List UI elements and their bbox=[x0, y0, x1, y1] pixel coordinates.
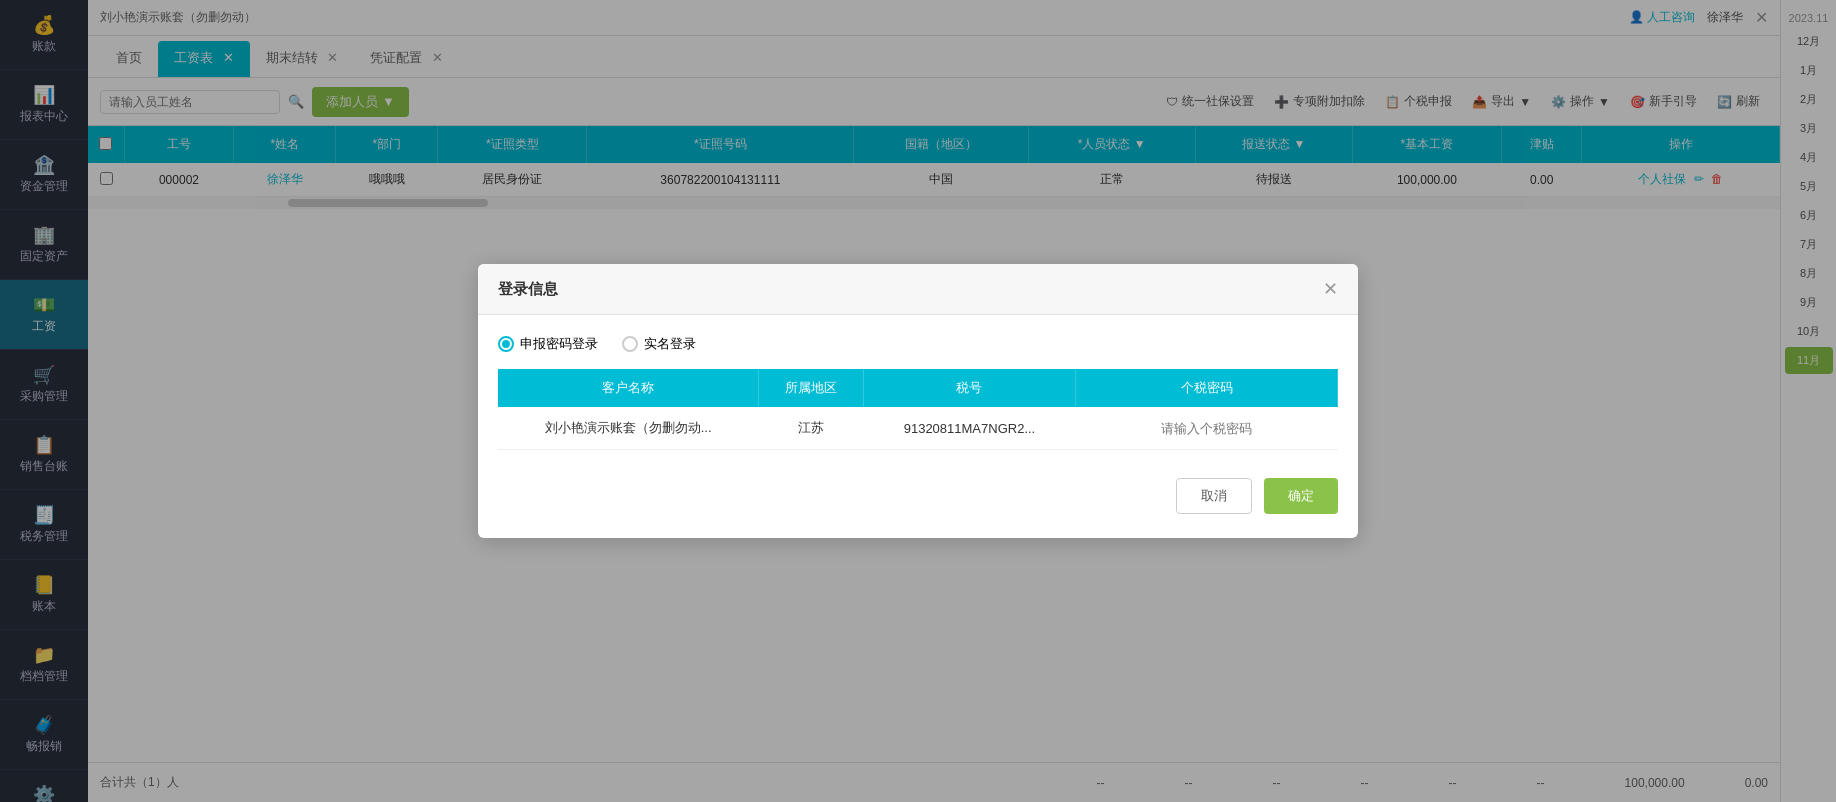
col-region: 所属地区 bbox=[758, 369, 863, 407]
radio-realname-circle bbox=[622, 336, 638, 352]
dialog-footer: 取消 确定 bbox=[498, 470, 1338, 518]
radio-realname-login[interactable]: 实名登录 bbox=[622, 335, 696, 353]
tax-password-input[interactable] bbox=[1088, 421, 1326, 436]
login-info-table: 客户名称 所属地区 税号 个税密码 刘小艳演示账套（勿删勿动... 江苏 913… bbox=[498, 369, 1338, 450]
confirm-button[interactable]: 确定 bbox=[1264, 478, 1338, 514]
login-type-radio-group: 申报密码登录 实名登录 bbox=[498, 335, 1338, 353]
dialog-header: 登录信息 ✕ bbox=[478, 264, 1358, 315]
login-info-row: 刘小艳演示账套（勿删勿动... 江苏 91320811MA7NGR2... bbox=[498, 407, 1338, 450]
client-name-cell: 刘小艳演示账套（勿删勿动... bbox=[498, 407, 758, 450]
col-tax-id: 税号 bbox=[863, 369, 1075, 407]
dialog-overlay: 登录信息 ✕ 申报密码登录 实名登录 客户名称 bbox=[0, 0, 1836, 802]
radio-password-circle bbox=[498, 336, 514, 352]
col-tax-password: 个税密码 bbox=[1076, 369, 1338, 407]
dialog-title: 登录信息 bbox=[498, 280, 558, 299]
cancel-button[interactable]: 取消 bbox=[1176, 478, 1252, 514]
region-cell: 江苏 bbox=[758, 407, 863, 450]
col-client-name: 客户名称 bbox=[498, 369, 758, 407]
dialog-close-button[interactable]: ✕ bbox=[1323, 278, 1338, 300]
tax-password-cell[interactable] bbox=[1076, 407, 1338, 450]
dialog-body: 申报密码登录 实名登录 客户名称 所属地区 税号 个税密码 bbox=[478, 315, 1358, 538]
tax-id-cell: 91320811MA7NGR2... bbox=[863, 407, 1075, 450]
radio-password-login[interactable]: 申报密码登录 bbox=[498, 335, 598, 353]
login-dialog: 登录信息 ✕ 申报密码登录 实名登录 客户名称 bbox=[478, 264, 1358, 538]
